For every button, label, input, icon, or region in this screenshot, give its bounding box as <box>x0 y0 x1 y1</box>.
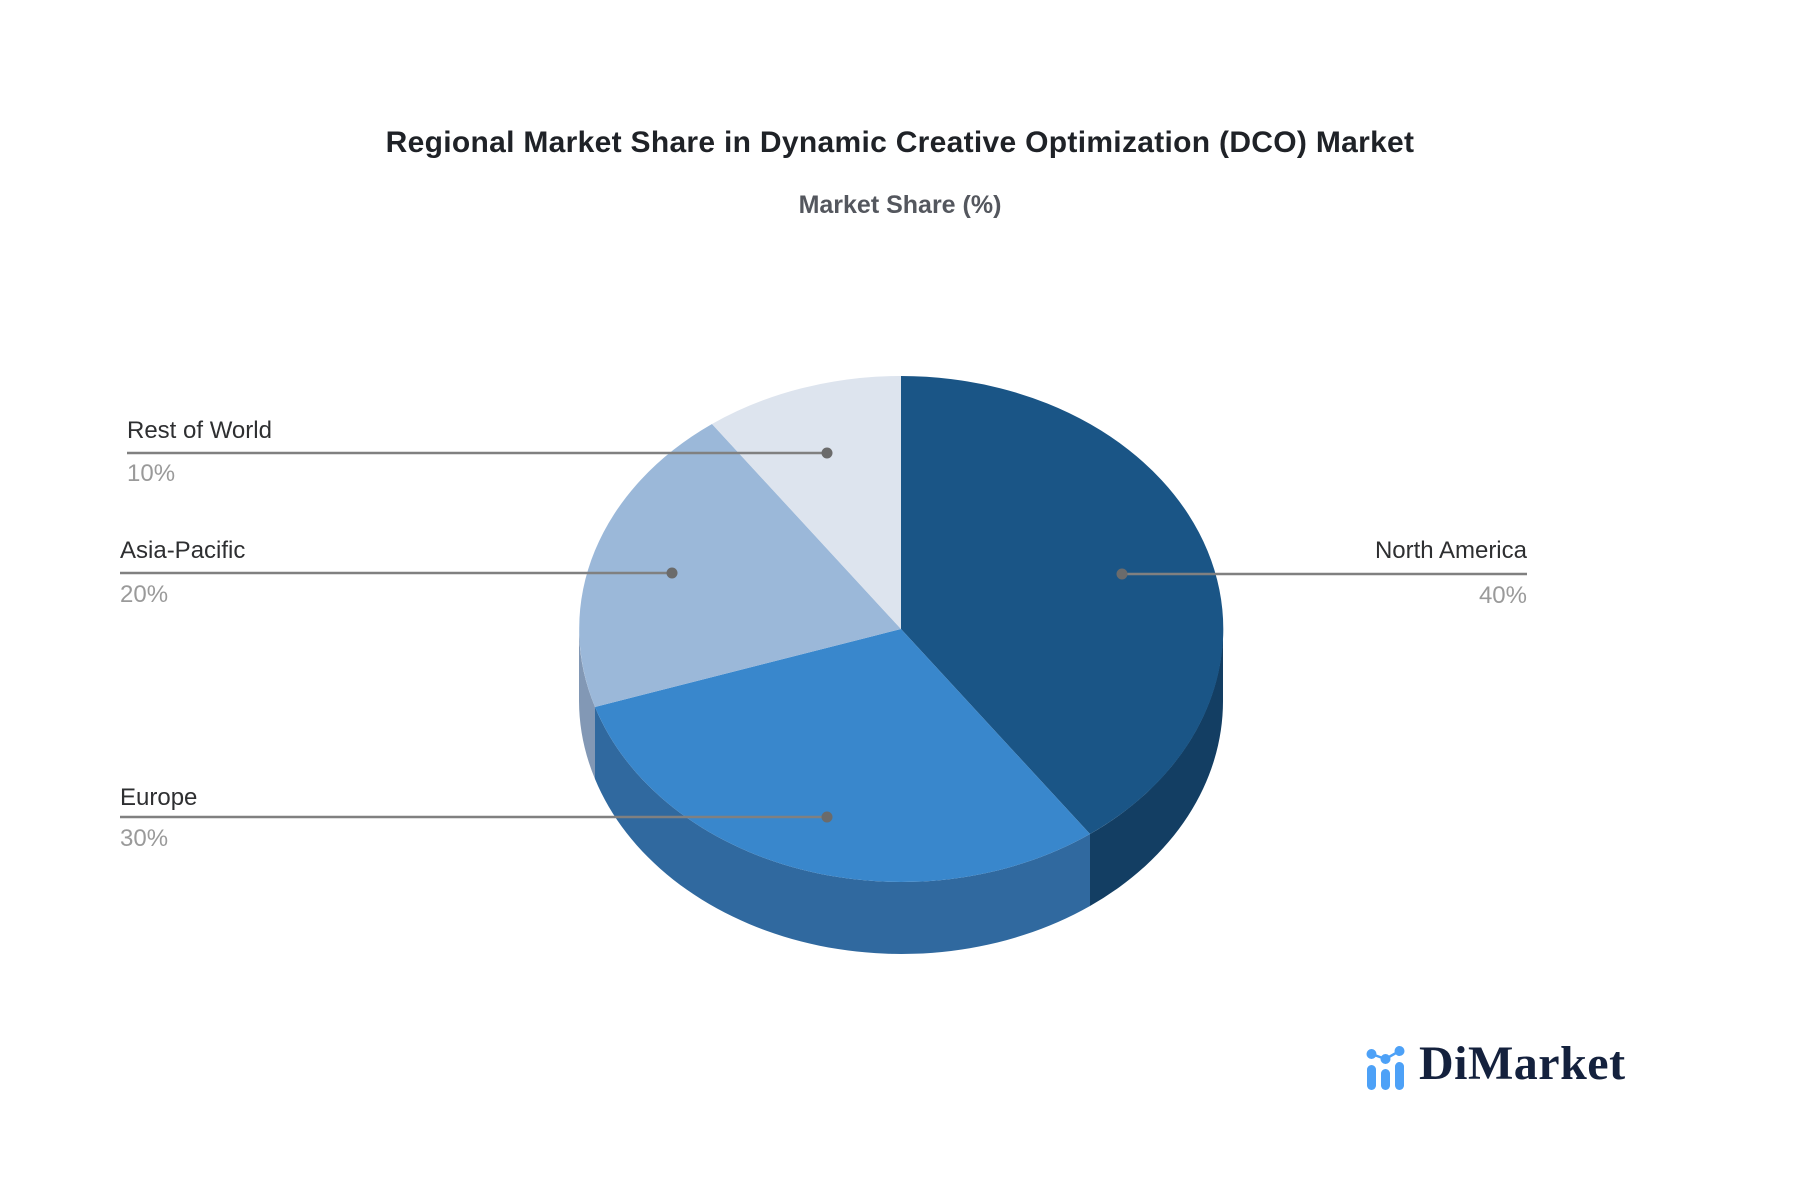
bar-line-chart-icon <box>1366 1046 1405 1090</box>
label-europe: Europe <box>120 784 198 811</box>
pct-europe: 30% <box>120 825 169 852</box>
label-north-america: North America <box>1374 537 1527 564</box>
leader-dot-north-america <box>1116 568 1128 580</box>
brand-logo: DiMarket <box>1362 1038 1626 1090</box>
leader-dot-asia-pacific <box>666 567 678 579</box>
pct-asia-pacific: 20% <box>120 581 169 608</box>
label-rest-of-world: Rest of World <box>127 417 272 444</box>
leader-dot-rest-of-world <box>821 447 833 459</box>
pie-chart <box>120 375 1527 954</box>
brand-logo-text: DiMarket <box>1419 1037 1626 1090</box>
leader-dot-europe <box>821 811 833 823</box>
pct-north-america: 40% <box>1478 582 1527 609</box>
label-asia-pacific: Asia-Pacific <box>120 537 246 564</box>
chart-canvas: Regional Market Share in Dynamic Creativ… <box>0 0 1800 1196</box>
pct-rest-of-world: 10% <box>127 460 176 487</box>
